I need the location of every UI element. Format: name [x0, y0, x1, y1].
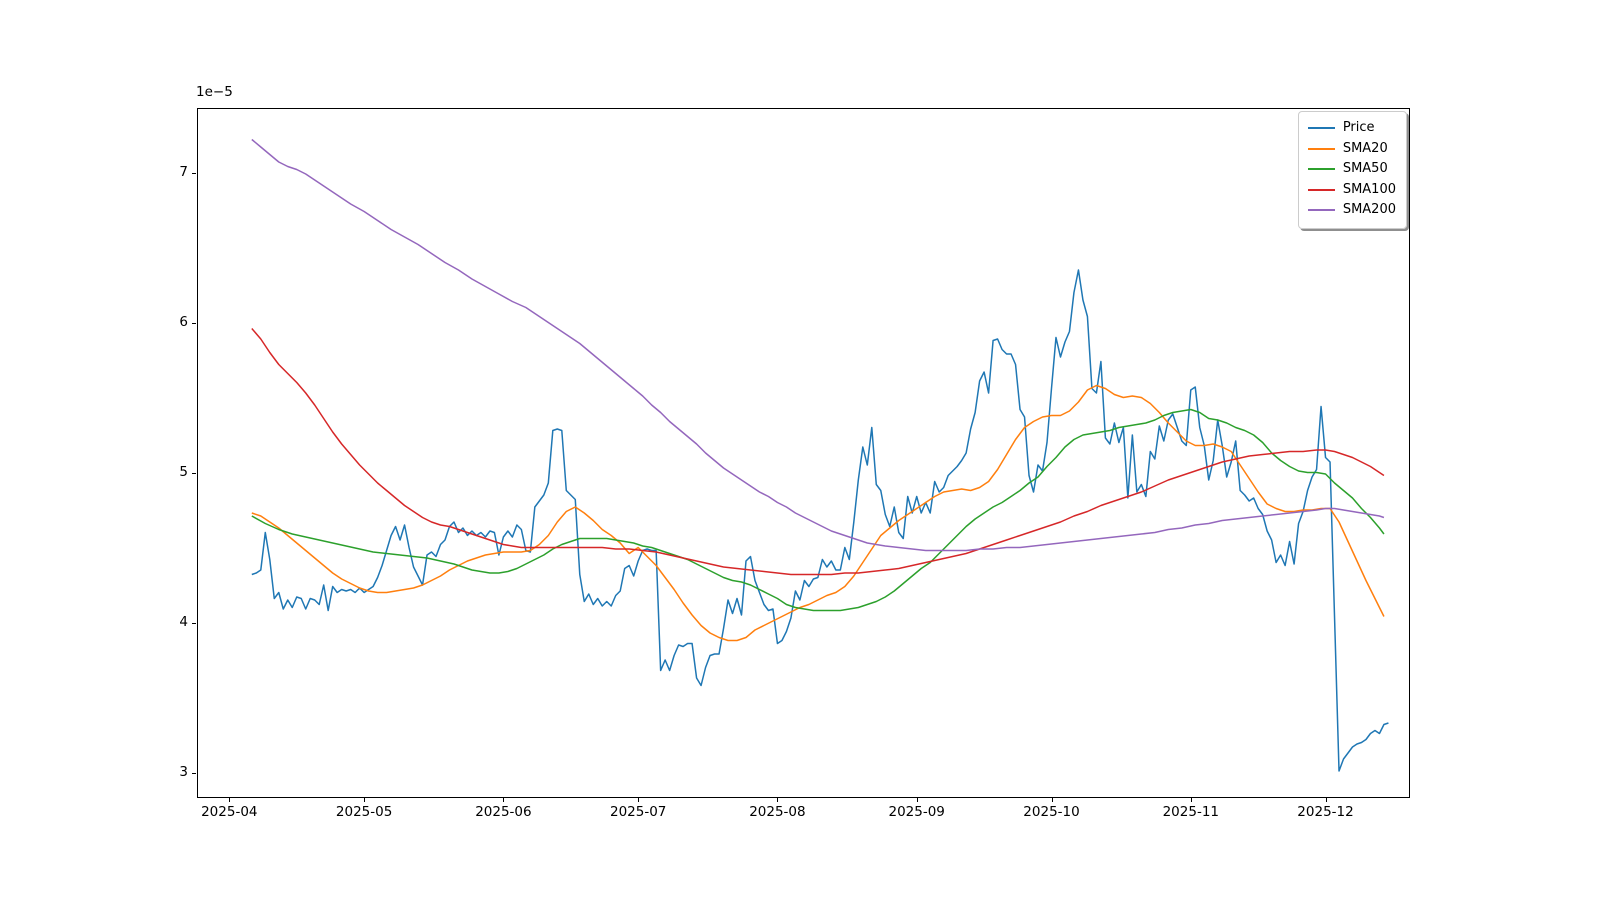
x-tick-label: 2025-10 — [1023, 804, 1080, 820]
chart-canvas — [251, 138, 1389, 772]
x-tick-label: 2025-06 — [475, 804, 532, 820]
legend-line-swatch — [1307, 209, 1335, 212]
x-tick-mark — [638, 798, 640, 802]
legend-entry-sma50: SMA50 — [1307, 159, 1396, 180]
series-line-sma50 — [251, 408, 1385, 612]
y-tick-mark — [192, 622, 196, 624]
y-tick-label: 3 — [179, 763, 188, 780]
series-line-sma20 — [251, 384, 1385, 642]
legend-entry-sma20: SMA20 — [1307, 139, 1396, 160]
x-tick-label: 2025-07 — [609, 804, 667, 820]
legend-line-swatch — [1307, 127, 1335, 130]
legend-entry-price: Price — [1307, 118, 1396, 139]
x-tick-label: 2025-09 — [888, 804, 945, 820]
legend-line-swatch — [1307, 188, 1335, 191]
x-tick-label: 2025-08 — [749, 804, 806, 820]
legend-entry-sma100: SMA100 — [1307, 180, 1396, 201]
legend-label: Price — [1342, 120, 1375, 135]
legend-line-swatch — [1307, 147, 1335, 150]
y-tick-mark — [192, 322, 196, 324]
legend-label: SMA20 — [1342, 140, 1388, 156]
x-tick-mark — [916, 798, 918, 802]
y-tick-label: 4 — [179, 613, 188, 630]
legend: Price SMA20 SMA50 SMA100 SMA200 — [1297, 111, 1407, 229]
x-tick-mark — [503, 798, 505, 802]
x-tick-label: 2025-12 — [1297, 804, 1354, 820]
x-tick-label: 2025-11 — [1162, 804, 1219, 820]
y-tick-label: 5 — [179, 463, 188, 480]
legend-label: SMA50 — [1342, 161, 1388, 176]
x-tick-mark — [1190, 798, 1192, 802]
x-tick-mark — [777, 798, 779, 802]
y-tick-mark — [192, 472, 196, 474]
x-tick-label: 2025-04 — [201, 804, 258, 820]
legend-entry-sma200: SMA200 — [1307, 200, 1396, 221]
y-tick-mark — [192, 772, 196, 774]
legend-label: SMA100 — [1342, 181, 1396, 197]
y-tick-label: 6 — [179, 313, 188, 330]
series-line-sma200 — [251, 138, 1385, 552]
y-tick-mark — [192, 172, 196, 174]
x-tick-mark — [229, 798, 231, 802]
legend-line-swatch — [1307, 168, 1335, 171]
legend-label: SMA200 — [1342, 202, 1396, 217]
y-tick-label: 7 — [179, 163, 188, 180]
y-axis-offset-label: 1e−5 — [196, 84, 233, 100]
series-line-price — [251, 269, 1389, 772]
figure: 1e−5 2025-04 2025-05 2025-06 2025-07 2025-08… — [0, 0, 1600, 900]
x-tick-label: 2025-05 — [335, 804, 393, 820]
x-tick-mark — [1051, 798, 1053, 802]
x-tick-mark — [1325, 798, 1327, 802]
x-tick-mark — [364, 798, 366, 802]
